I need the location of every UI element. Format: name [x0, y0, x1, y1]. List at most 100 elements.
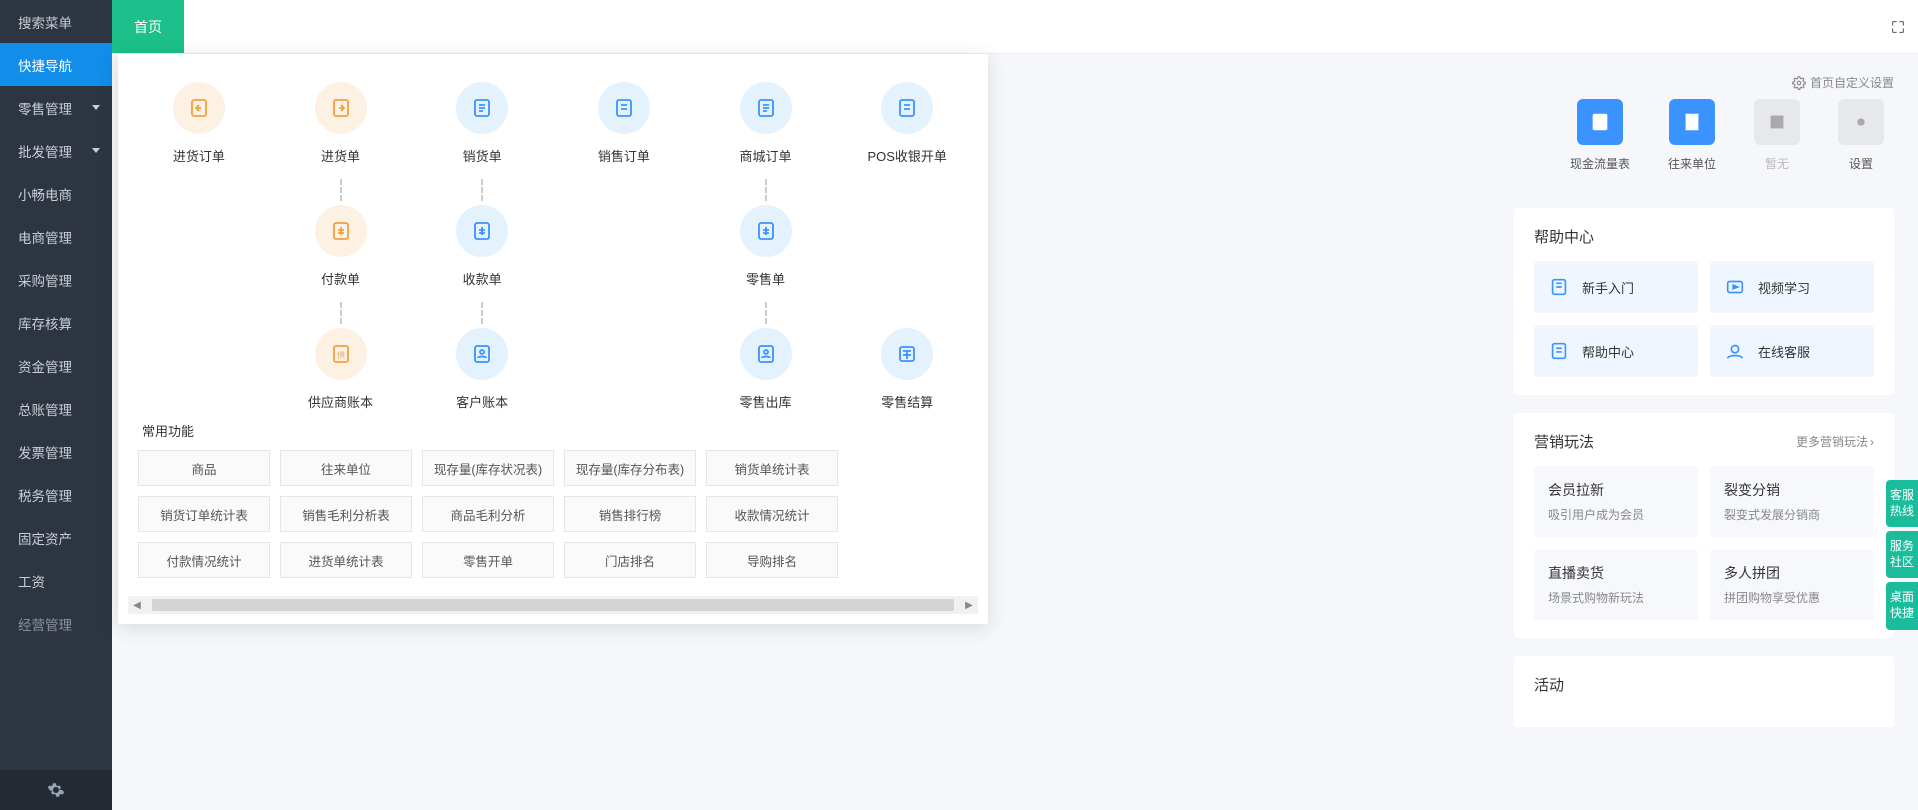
float-tag-hotline[interactable]: 客服 热线 — [1886, 480, 1918, 527]
expand-icon — [1890, 19, 1906, 35]
activity-title: 活动 — [1534, 674, 1564, 695]
flow-receipt[interactable]: 收款单 — [411, 175, 553, 288]
common-btn[interactable]: 商品毛利分析 — [422, 496, 554, 532]
marketing-more-link[interactable]: 更多营销玩法› — [1796, 433, 1874, 450]
sidebar-item-inventory[interactable]: 库存核算 — [0, 301, 112, 344]
common-btn[interactable]: 销货订单统计表 — [138, 496, 270, 532]
sidebar-item-ecommerce[interactable]: 电商管理 — [0, 215, 112, 258]
common-btn[interactable]: 零售开单 — [422, 542, 554, 578]
sidebar-item-wholesale[interactable]: 批发管理 — [0, 129, 112, 172]
doc-icon — [895, 96, 919, 120]
shortcut-row: 现金流量表 往来单位 暂无 设置 — [1514, 99, 1894, 172]
doc-icon — [612, 96, 636, 120]
sidebar-item-purchase[interactable]: 采购管理 — [0, 258, 112, 301]
sidebar-item-quicknav[interactable]: 快捷导航 — [0, 43, 112, 86]
video-icon — [1724, 276, 1746, 298]
fullscreen-button[interactable] — [1878, 0, 1918, 53]
activity-card: 活动 — [1514, 656, 1894, 727]
common-btn[interactable]: 导购排名 — [706, 542, 838, 578]
promo-fission[interactable]: 裂变分销裂变式发展分销商 — [1710, 466, 1874, 537]
flow-mall-order[interactable]: 商城订单 — [695, 82, 837, 165]
promo-live[interactable]: 直播卖货场景式购物新玩法 — [1534, 549, 1698, 620]
chevron-down-icon — [92, 105, 100, 110]
common-btn[interactable]: 销售排行榜 — [564, 496, 696, 532]
promo-group[interactable]: 多人拼团拼团购物享受优惠 — [1710, 549, 1874, 620]
sidebar-item-invoice[interactable]: 发票管理 — [0, 430, 112, 473]
help-item-support[interactable]: 在线客服 — [1710, 325, 1874, 377]
placeholder-icon — [1766, 111, 1788, 133]
float-tags: 客服 热线 服务 社区 桌面 快捷 — [1886, 480, 1918, 630]
marketing-title: 营销玩法 — [1534, 431, 1594, 452]
flow-pos[interactable]: POS收银开单 — [836, 82, 978, 165]
flow-supplier-ledger[interactable]: 供供应商账本 — [270, 298, 412, 411]
common-btn[interactable]: 销售毛利分析表 — [280, 496, 412, 532]
sidebar-item-operation[interactable]: 经营管理 — [0, 602, 112, 645]
float-tag-desktop[interactable]: 桌面 快捷 — [1886, 582, 1918, 629]
shortcut-settings[interactable]: 设置 — [1838, 99, 1884, 172]
sidebar-item-search[interactable]: 搜索菜单 — [0, 0, 112, 43]
quicknav-popover: 进货订单 进货单 销货单 销售订单 商城订单 POS收银开单 x 付款单 收款单… — [118, 54, 988, 624]
flow-purchase[interactable]: 进货单 — [270, 82, 412, 165]
scroll-left-icon[interactable]: ◀ — [128, 596, 146, 614]
flow-retail-settle[interactable]: 零售结算 — [836, 298, 978, 411]
common-btn[interactable]: 付款情况统计 — [138, 542, 270, 578]
flow-customer-ledger[interactable]: 客户账本 — [411, 298, 553, 411]
doc-out-icon — [329, 96, 353, 120]
chevron-right-icon: › — [1870, 435, 1874, 449]
common-functions-grid: 商品 往来单位 现存量(库存状况表) 现存量(库存分布表) 销货单统计表 销货订… — [128, 450, 978, 578]
sidebar-item-salary[interactable]: 工资 — [0, 559, 112, 602]
user-doc-icon — [754, 342, 778, 366]
help-item-beginner[interactable]: 新手入门 — [1534, 261, 1698, 313]
help-item-video[interactable]: 视频学习 — [1710, 261, 1874, 313]
flow-sales-order[interactable]: 销售订单 — [553, 82, 695, 165]
flow-sales[interactable]: 销货单 — [411, 82, 553, 165]
building-icon — [1681, 111, 1703, 133]
user-doc-icon — [470, 342, 494, 366]
float-tag-community[interactable]: 服务 社区 — [1886, 531, 1918, 578]
gear-icon — [1850, 111, 1872, 133]
sidebar-item-xiaochang[interactable]: 小畅电商 — [0, 172, 112, 215]
common-btn[interactable]: 门店排名 — [564, 542, 696, 578]
common-btn[interactable]: 商品 — [138, 450, 270, 486]
svg-text:供: 供 — [337, 350, 345, 360]
doc-in-icon — [187, 96, 211, 120]
sidebar-item-ledger[interactable]: 总账管理 — [0, 387, 112, 430]
common-btn[interactable]: 现存量(库存分布表) — [564, 450, 696, 486]
money-icon — [329, 219, 353, 243]
common-functions-title: 常用功能 — [142, 421, 978, 440]
shortcut-empty[interactable]: 暂无 — [1754, 99, 1800, 172]
scroll-thumb[interactable] — [152, 599, 954, 611]
common-btn[interactable]: 收款情况统计 — [706, 496, 838, 532]
tab-home[interactable]: 首页 — [112, 0, 184, 53]
flow-retail-out[interactable]: 零售出库 — [695, 298, 837, 411]
list-icon — [470, 96, 494, 120]
sidebar-item-funds[interactable]: 资金管理 — [0, 344, 112, 387]
sidebar-item-tax[interactable]: 税务管理 — [0, 473, 112, 516]
common-btn[interactable]: 进货单统计表 — [280, 542, 412, 578]
common-btn[interactable]: 往来单位 — [280, 450, 412, 486]
sidebar-settings[interactable] — [0, 770, 112, 810]
scroll-right-icon[interactable]: ▶ — [960, 596, 978, 614]
tabs-bar: 首页 — [112, 0, 1918, 54]
shortcut-contacts[interactable]: 往来单位 — [1668, 99, 1716, 172]
money-icon — [754, 219, 778, 243]
flow-payment[interactable]: 付款单 — [270, 175, 412, 288]
flow-retail[interactable]: 零售单 — [695, 175, 837, 288]
horizontal-scrollbar[interactable]: ◀ ▶ — [128, 596, 978, 614]
report-icon — [1589, 111, 1611, 133]
sidebar-item-retail[interactable]: 零售管理 — [0, 86, 112, 129]
common-btn[interactable]: 现存量(库存状况表) — [422, 450, 554, 486]
marketing-card: 营销玩法 更多营销玩法› 会员拉新吸引用户成为会员 裂变分销裂变式发展分销商 直… — [1514, 413, 1894, 638]
help-item-center[interactable]: 帮助中心 — [1534, 325, 1698, 377]
promo-member[interactable]: 会员拉新吸引用户成为会员 — [1534, 466, 1698, 537]
gear-icon — [1792, 76, 1806, 90]
sidebar: 搜索菜单 快捷导航 零售管理 批发管理 小畅电商 电商管理 采购管理 库存核算 … — [0, 0, 112, 810]
help-title: 帮助中心 — [1534, 226, 1594, 247]
common-btn[interactable]: 销货单统计表 — [706, 450, 838, 486]
shortcut-cashflow[interactable]: 现金流量表 — [1570, 99, 1630, 172]
help-card: 帮助中心 新手入门 视频学习 帮助中心 在线客服 — [1514, 208, 1894, 395]
money-icon — [470, 219, 494, 243]
sidebar-item-assets[interactable]: 固定资产 — [0, 516, 112, 559]
customize-settings-link[interactable]: 首页自定义设置 — [1514, 74, 1894, 91]
flow-purchase-order[interactable]: 进货订单 — [128, 82, 270, 165]
